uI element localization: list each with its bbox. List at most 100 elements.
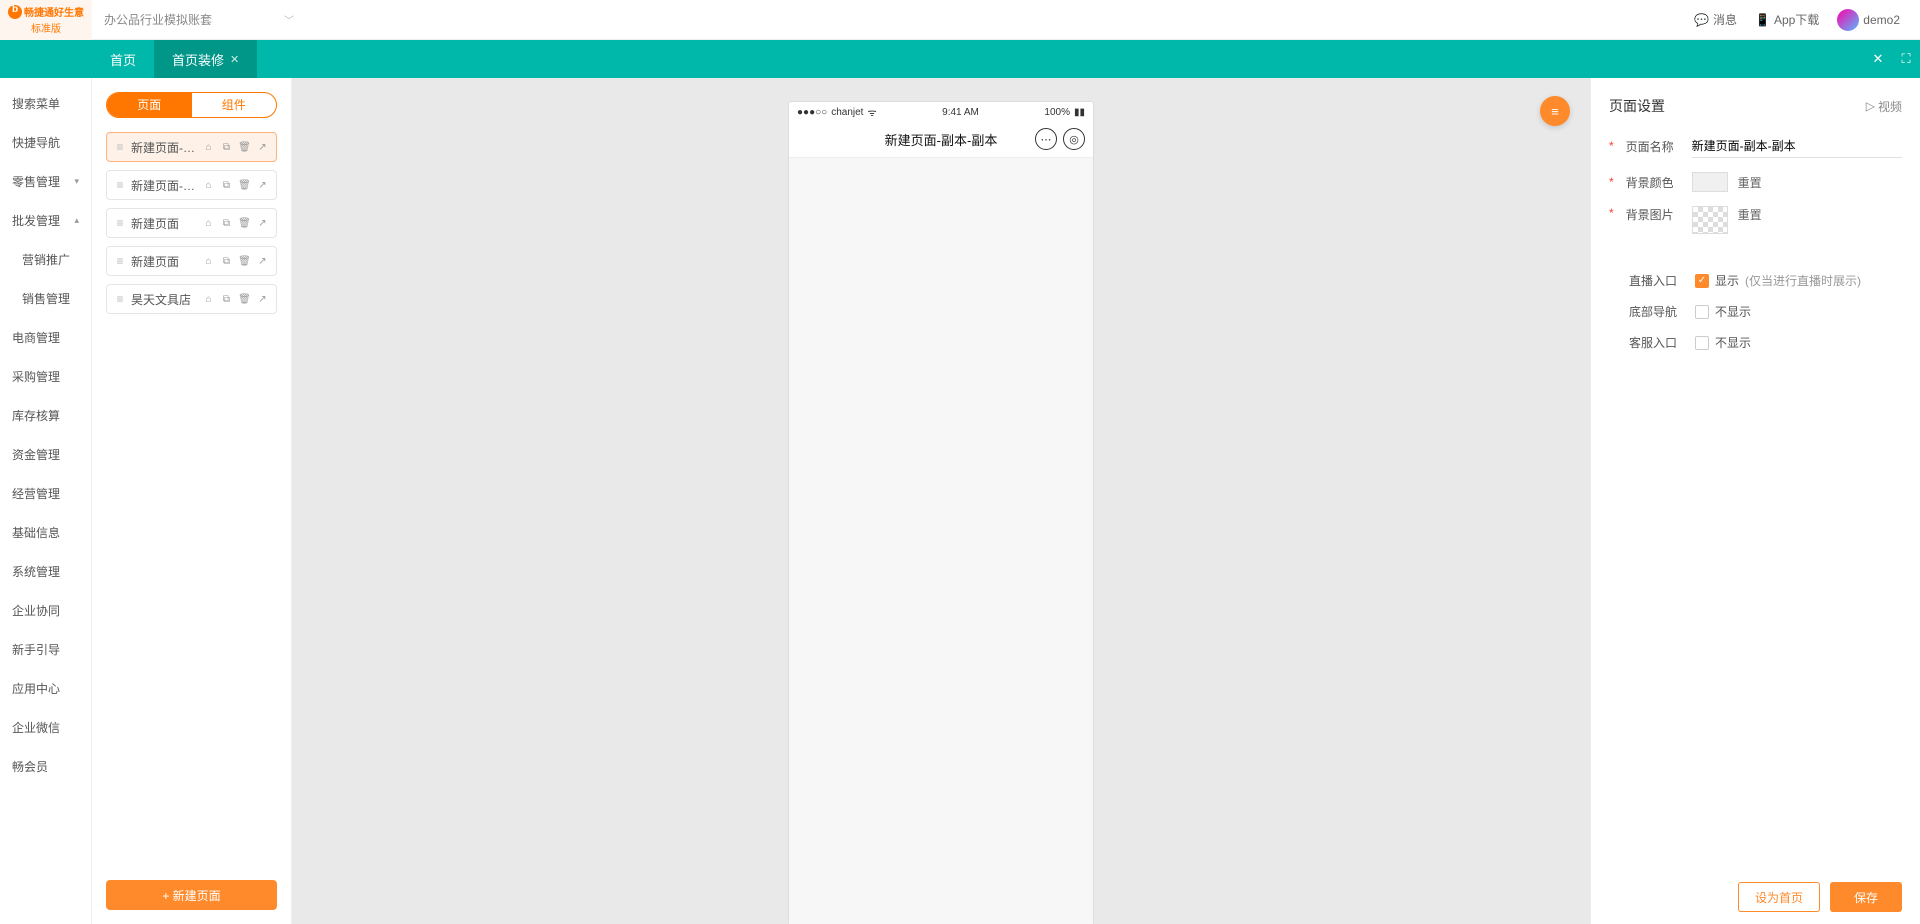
sidebar-item-label: 畅会员: [12, 758, 48, 775]
account-selector[interactable]: 办公品行业模拟账套 ﹀: [104, 11, 294, 28]
copy-icon[interactable]: ⧉: [219, 140, 234, 155]
sidebar-subitem[interactable]: 销售管理: [0, 279, 91, 318]
sidebar-item[interactable]: 基础信息: [0, 513, 91, 552]
sidebar-item[interactable]: 采购管理: [0, 357, 91, 396]
messages-label: 消息: [1713, 11, 1737, 28]
sidebar-item[interactable]: 批发管理 ▴: [0, 201, 91, 240]
message-icon: 💬: [1694, 13, 1709, 27]
bg-color-swatch[interactable]: [1692, 172, 1728, 192]
home-icon[interactable]: ⌂: [201, 178, 216, 193]
tab-page-decoration[interactable]: 首页装修 ✕: [154, 40, 257, 78]
seg-tab-component[interactable]: 组件: [192, 93, 277, 117]
fullscreen-icon[interactable]: ⛶: [1892, 40, 1920, 78]
close-all-icon[interactable]: ✕: [1864, 40, 1892, 78]
avatar: [1837, 9, 1859, 31]
tab-home[interactable]: 首页: [92, 40, 154, 78]
brand-logo[interactable]: 畅捷通好生意 标准版: [0, 0, 92, 40]
sidebar-item[interactable]: 企业协同: [0, 591, 91, 630]
sidebar-item-label: 应用中心: [12, 680, 60, 697]
video-label: 视频: [1878, 98, 1902, 115]
drag-handle-icon[interactable]: ≡: [113, 216, 127, 230]
field-label-name: 页面名称: [1626, 138, 1682, 155]
sidebar-item[interactable]: 快捷导航: [0, 123, 91, 162]
app-download-label: App下载: [1774, 11, 1819, 28]
drag-handle-icon[interactable]: ≡: [113, 292, 127, 306]
page-panel: 页面 组件 ≡新建页面-副本...⌂⧉🗑↗≡新建页面-副本⌂⧉🗑↗≡新建页面⌂⧉…: [92, 78, 292, 924]
sidebar-item[interactable]: 企业微信: [0, 708, 91, 747]
delete-icon[interactable]: 🗑: [237, 140, 252, 155]
messages-link[interactable]: 💬 消息: [1694, 11, 1737, 28]
share-icon[interactable]: ↗: [255, 292, 270, 307]
page-item-name: 新建页面-副本...: [131, 139, 197, 156]
page-list-item[interactable]: ≡ 新建页面 ⌂⧉🗑↗: [106, 246, 277, 276]
sidebar-item[interactable]: 经营管理: [0, 474, 91, 513]
share-icon[interactable]: ↗: [255, 216, 270, 231]
reset-bgimage-link[interactable]: 重置: [1738, 206, 1762, 223]
miniprogram-close-icon[interactable]: ◎: [1063, 128, 1085, 150]
sidebar-item[interactable]: 资金管理: [0, 435, 91, 474]
home-icon[interactable]: ⌂: [201, 140, 216, 155]
battery-label: 100%: [1044, 107, 1070, 118]
brand-icon: [8, 5, 22, 19]
sidebar-item-label: 企业协同: [12, 602, 60, 619]
service-checkbox[interactable]: [1695, 336, 1709, 350]
app-download-link[interactable]: 📱 App下载: [1755, 11, 1819, 28]
copy-icon[interactable]: ⧉: [219, 216, 234, 231]
sidebar-item-label: 批发管理: [12, 212, 60, 229]
sidebar-item-label: 搜索菜单: [12, 95, 60, 112]
bottom-nav-checkbox[interactable]: [1695, 305, 1709, 319]
home-icon[interactable]: ⌂: [201, 254, 216, 269]
share-icon[interactable]: ↗: [255, 178, 270, 193]
copy-icon[interactable]: ⧉: [219, 292, 234, 307]
header-actions: 💬 消息 📱 App下载 demo2: [1694, 9, 1920, 31]
sidebar-subitem[interactable]: 营销推广: [0, 240, 91, 279]
sidebar-item[interactable]: 系统管理: [0, 552, 91, 591]
video-help-link[interactable]: ▷ 视频: [1866, 98, 1902, 115]
drag-handle-icon[interactable]: ≡: [113, 178, 127, 192]
share-icon[interactable]: ↗: [255, 254, 270, 269]
sidebar-item[interactable]: 搜索菜单: [0, 84, 91, 123]
user-menu[interactable]: demo2: [1837, 9, 1900, 31]
save-button[interactable]: 保存: [1830, 882, 1902, 912]
sidebar-item-label: 采购管理: [12, 368, 60, 385]
bg-image-picker[interactable]: [1692, 206, 1728, 234]
page-item-name: 新建页面: [131, 253, 197, 270]
phone-body[interactable]: [789, 158, 1093, 924]
delete-icon[interactable]: 🗑: [237, 292, 252, 307]
chevron-down-icon: ▾: [74, 176, 79, 187]
delete-icon[interactable]: 🗑: [237, 178, 252, 193]
sidebar-item[interactable]: 电商管理: [0, 318, 91, 357]
seg-tab-page[interactable]: 页面: [107, 93, 192, 117]
reset-bgcolor-link[interactable]: 重置: [1738, 174, 1762, 191]
page-list-item[interactable]: ≡新建页面-副本⌂⧉🗑↗: [106, 170, 277, 200]
delete-icon[interactable]: 🗑: [237, 216, 252, 231]
home-icon[interactable]: ⌂: [201, 292, 216, 307]
page-list-item[interactable]: ≡新建页面⌂⧉🗑↗: [106, 208, 277, 238]
new-page-button[interactable]: + 新建页面: [106, 880, 277, 910]
page-list-item[interactable]: ≡ 新建页面-副本... ⌂⧉🗑↗: [106, 132, 277, 162]
close-icon[interactable]: ✕: [230, 53, 239, 66]
drag-handle-icon[interactable]: ≡: [113, 140, 127, 154]
sidebar-item[interactable]: 畅会员: [0, 747, 91, 786]
sidebar-item[interactable]: 库存核算: [0, 396, 91, 435]
main-sidebar: 搜索菜单快捷导航零售管理▾ 批发管理 ▴ 营销推广销售管理电商管理采购管理库存核算资金…: [0, 78, 92, 924]
sidebar-item[interactable]: 新手引导: [0, 630, 91, 669]
home-icon[interactable]: ⌂: [201, 216, 216, 231]
live-display-checkbox[interactable]: ✓: [1695, 274, 1709, 288]
page-name-input[interactable]: [1692, 134, 1902, 158]
sidebar-item[interactable]: 零售管理▾: [0, 162, 91, 201]
miniprogram-menu-icon[interactable]: ⋯: [1035, 128, 1057, 150]
copy-icon[interactable]: ⧉: [219, 254, 234, 269]
drag-handle-icon[interactable]: ≡: [113, 254, 127, 268]
chevron-down-icon: ﹀: [284, 12, 294, 27]
field-label-bgcolor: 背景颜色: [1626, 174, 1682, 191]
delete-icon[interactable]: 🗑: [237, 254, 252, 269]
copy-icon[interactable]: ⧉: [219, 178, 234, 193]
chevron-up-icon: ▴: [74, 215, 79, 226]
service-text: 不显示: [1715, 334, 1751, 351]
sidebar-item[interactable]: 应用中心: [0, 669, 91, 708]
canvas-menu-button[interactable]: ≡: [1540, 96, 1570, 126]
set-home-button[interactable]: 设为首页: [1738, 882, 1820, 912]
share-icon[interactable]: ↗: [255, 140, 270, 155]
page-list-item[interactable]: ≡昊天文具店⌂⧉🗑↗: [106, 284, 277, 314]
